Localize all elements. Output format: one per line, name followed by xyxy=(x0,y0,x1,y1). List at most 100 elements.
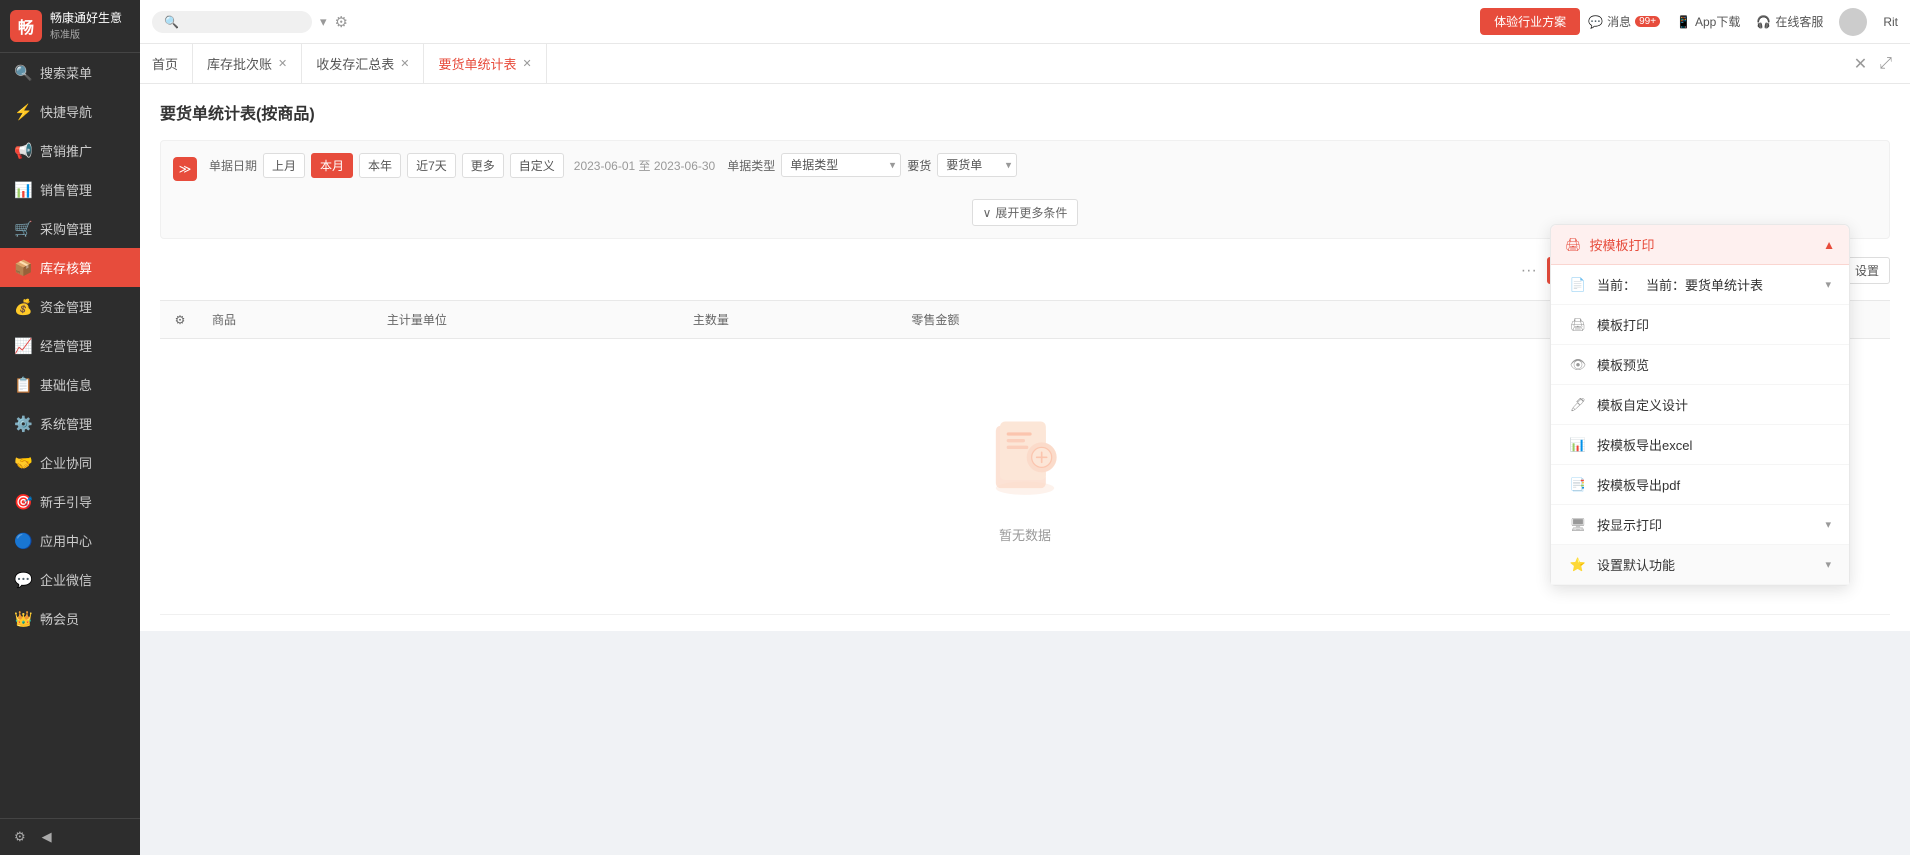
sidebar-item-system[interactable]: ⚙️ 系统管理 xyxy=(0,404,140,443)
filter-toggle-btn[interactable]: ≫ xyxy=(173,157,197,181)
sidebar-item-guide[interactable]: 🎯 新手引导 xyxy=(0,482,140,521)
dropdown-export-pdf[interactable]: 📑 按模板导出pdf xyxy=(1551,465,1849,505)
sidebar-item-apps[interactable]: 🔵 应用中心 xyxy=(0,521,140,560)
sidebar-item-operations[interactable]: 📈 经营管理 xyxy=(0,326,140,365)
sidebar-item-basic[interactable]: 📋 基础信息 xyxy=(0,365,140,404)
sidebar-item-member[interactable]: 👑 畅会员 xyxy=(0,599,140,638)
sidebar-item-sales[interactable]: 📊 销售管理 xyxy=(0,170,140,209)
app-download-action[interactable]: 📱 App下载 xyxy=(1676,13,1740,30)
logo-title: 畅康通好生意 xyxy=(50,11,122,27)
dropdown-template-print[interactable]: 🖨 模板打印 xyxy=(1551,305,1849,345)
logo-icon: 畅 xyxy=(10,10,42,42)
type-filter-group: 单据类型 单据类型 要货 要货单 xyxy=(727,153,1017,177)
dropdown-export-excel-label: 按模板导出excel xyxy=(1597,435,1692,454)
dropdown-template-preview-label: 模板预览 xyxy=(1597,355,1649,374)
search-icon: 🔍 xyxy=(14,64,32,82)
topbar-search-box[interactable]: 🔍 xyxy=(152,11,312,33)
tab-inventory-batch[interactable]: 库存批次账 ✕ xyxy=(193,44,302,84)
sidebar-item-label: 系统管理 xyxy=(40,414,92,433)
main-content: 🔍 ▾ ⚙ 体验行业方案 💬 消息 99+ 📱 App下载 🎧 在线客服 Rit xyxy=(140,0,1910,855)
dropdown-header[interactable]: 🖨 按模板打印 ▲ xyxy=(1551,225,1849,265)
sidebar-item-label: 资金管理 xyxy=(40,297,92,316)
sidebar-item-inventory[interactable]: 📦 库存核算 xyxy=(0,248,140,287)
sidebar-item-label: 营销推广 xyxy=(40,141,92,160)
printer-icon: 🖨 xyxy=(1565,237,1582,253)
date-btn-this-month[interactable]: 本月 xyxy=(311,153,353,178)
service-icon: 🎧 xyxy=(1756,15,1771,29)
sidebar-item-purchase[interactable]: 🛒 采购管理 xyxy=(0,209,140,248)
dropdown-template-preview[interactable]: 👁 模板预览 xyxy=(1551,345,1849,385)
type-select[interactable]: 单据类型 xyxy=(781,153,901,177)
sidebar-item-enterprise[interactable]: 🤝 企业协同 xyxy=(0,443,140,482)
date-btn-last-month[interactable]: 上月 xyxy=(263,153,305,178)
topbar-gear-icon[interactable]: ⚙ xyxy=(335,13,348,31)
messages-badge: 99+ xyxy=(1635,16,1660,27)
date-btn-this-year[interactable]: 本年 xyxy=(359,153,401,178)
display-print-icon: 🖥 xyxy=(1569,517,1587,533)
dropdown-collapse-icon[interactable]: ▲ xyxy=(1823,238,1835,252)
sidebar-item-label: 采购管理 xyxy=(40,219,92,238)
sidebar-footer: ⚙ ◀ xyxy=(0,818,140,855)
window-close-btn[interactable]: ✕ xyxy=(1848,54,1873,74)
date-btn-custom[interactable]: 自定义 xyxy=(510,153,564,178)
tab-order-stats-close[interactable]: ✕ xyxy=(523,57,532,70)
sidebar-item-shortcut[interactable]: ⚡ 快捷导航 xyxy=(0,92,140,131)
date-btn-more[interactable]: 更多 xyxy=(462,153,504,178)
tab-inventory-batch-close[interactable]: ✕ xyxy=(278,57,287,70)
tab-home[interactable]: 首页 xyxy=(152,44,193,84)
messages-action[interactable]: 💬 消息 99+ xyxy=(1588,13,1660,30)
topbar-dropdown-icon[interactable]: ▾ xyxy=(320,14,327,30)
settings-footer-icon[interactable]: ⚙ xyxy=(14,829,26,845)
tab-home-label: 首页 xyxy=(152,54,178,73)
expand-row: ∨ 展开更多条件 xyxy=(173,199,1877,226)
user-avatar[interactable] xyxy=(1839,8,1867,36)
display-print-chevron: ▾ xyxy=(1825,518,1831,531)
window-expand-btn[interactable]: ⤢ xyxy=(1873,55,1898,73)
sidebar-search[interactable]: 🔍 搜索菜单 xyxy=(0,53,140,92)
app-download-label: App下载 xyxy=(1695,13,1740,30)
col-retail-amount: 零售金额 xyxy=(899,301,1161,339)
dropdown-header-left: 🖨 按模板打印 xyxy=(1565,235,1655,254)
sidebar-item-wechat[interactable]: 💬 企业微信 xyxy=(0,560,140,599)
online-service-action[interactable]: 🎧 在线客服 xyxy=(1756,13,1823,30)
industry-btn[interactable]: 体验行业方案 xyxy=(1480,8,1580,35)
current-chevron-icon: ▾ xyxy=(1825,278,1831,291)
tab-receipt-summary[interactable]: 收发存汇总表 ✕ xyxy=(302,44,424,84)
tab-receipt-summary-close[interactable]: ✕ xyxy=(400,57,409,70)
basic-icon: 📋 xyxy=(14,376,32,394)
page-content: 要货单统计表(按商品) ≫ 单据日期 上月 本月 本年 近7天 更多 自定义 2… xyxy=(140,84,1910,855)
dropdown-set-default-left: ⭐ 设置默认功能 xyxy=(1569,555,1675,574)
dropdown-current-item[interactable]: 📄 当前： 当前：要货单统计表 ▾ xyxy=(1551,265,1849,305)
col-unit: 主计量单位 xyxy=(375,301,681,339)
logo-text-block: 畅康通好生意 标准版 xyxy=(50,11,122,42)
app-icon: 📱 xyxy=(1676,15,1691,29)
dropdown-current-value: 当前：要货单统计表 xyxy=(1646,275,1763,294)
set-default-chevron: ▾ xyxy=(1825,558,1831,571)
dropdown-template-custom[interactable]: 🖊 模板自定义设计 xyxy=(1551,385,1849,425)
sidebar-item-label: 销售管理 xyxy=(40,180,92,199)
template-preview-icon: 👁 xyxy=(1569,357,1587,373)
sidebar-item-finance[interactable]: 💰 资金管理 xyxy=(0,287,140,326)
dropdown-display-print-label: 按显示打印 xyxy=(1597,515,1662,534)
settings-btn[interactable]: 设置 xyxy=(1844,257,1890,284)
tab-order-stats[interactable]: 要货单统计表 ✕ xyxy=(424,44,546,84)
dropdown-export-excel[interactable]: 📊 按模板导出excel xyxy=(1551,425,1849,465)
dropdown-set-default[interactable]: ⭐ 设置默认功能 ▾ xyxy=(1551,545,1849,585)
col-settings[interactable]: ⚙ xyxy=(160,301,200,339)
sound-footer-icon[interactable]: ◀ xyxy=(42,829,52,845)
dropdown-current-label: 当前： xyxy=(1597,275,1636,294)
yh-label: 要货 xyxy=(907,157,931,174)
yh-select[interactable]: 要货单 xyxy=(937,153,1017,177)
dropdown-display-print[interactable]: 🖥 按显示打印 ▾ xyxy=(1551,505,1849,545)
more-actions-btn[interactable]: ··· xyxy=(1521,262,1537,280)
dropdown-set-default-label: 设置默认功能 xyxy=(1597,555,1675,574)
expand-btn[interactable]: ∨ 展开更多条件 xyxy=(972,199,1079,226)
date-filter-label: 单据日期 xyxy=(209,157,257,174)
yh-select-wrapper: 要货单 xyxy=(937,153,1017,177)
date-btn-7days[interactable]: 近7天 xyxy=(407,153,456,178)
sidebar: 畅 畅康通好生意 标准版 🔍 搜索菜单 ⚡ 快捷导航 📢 营销推广 📊 销售管理… xyxy=(0,0,140,855)
tab-order-stats-label: 要货单统计表 xyxy=(438,54,516,73)
sidebar-item-label: 库存核算 xyxy=(40,258,92,277)
sidebar-item-marketing[interactable]: 📢 营销推广 xyxy=(0,131,140,170)
topbar-actions: 💬 消息 99+ 📱 App下载 🎧 在线客服 Rit xyxy=(1588,8,1898,36)
